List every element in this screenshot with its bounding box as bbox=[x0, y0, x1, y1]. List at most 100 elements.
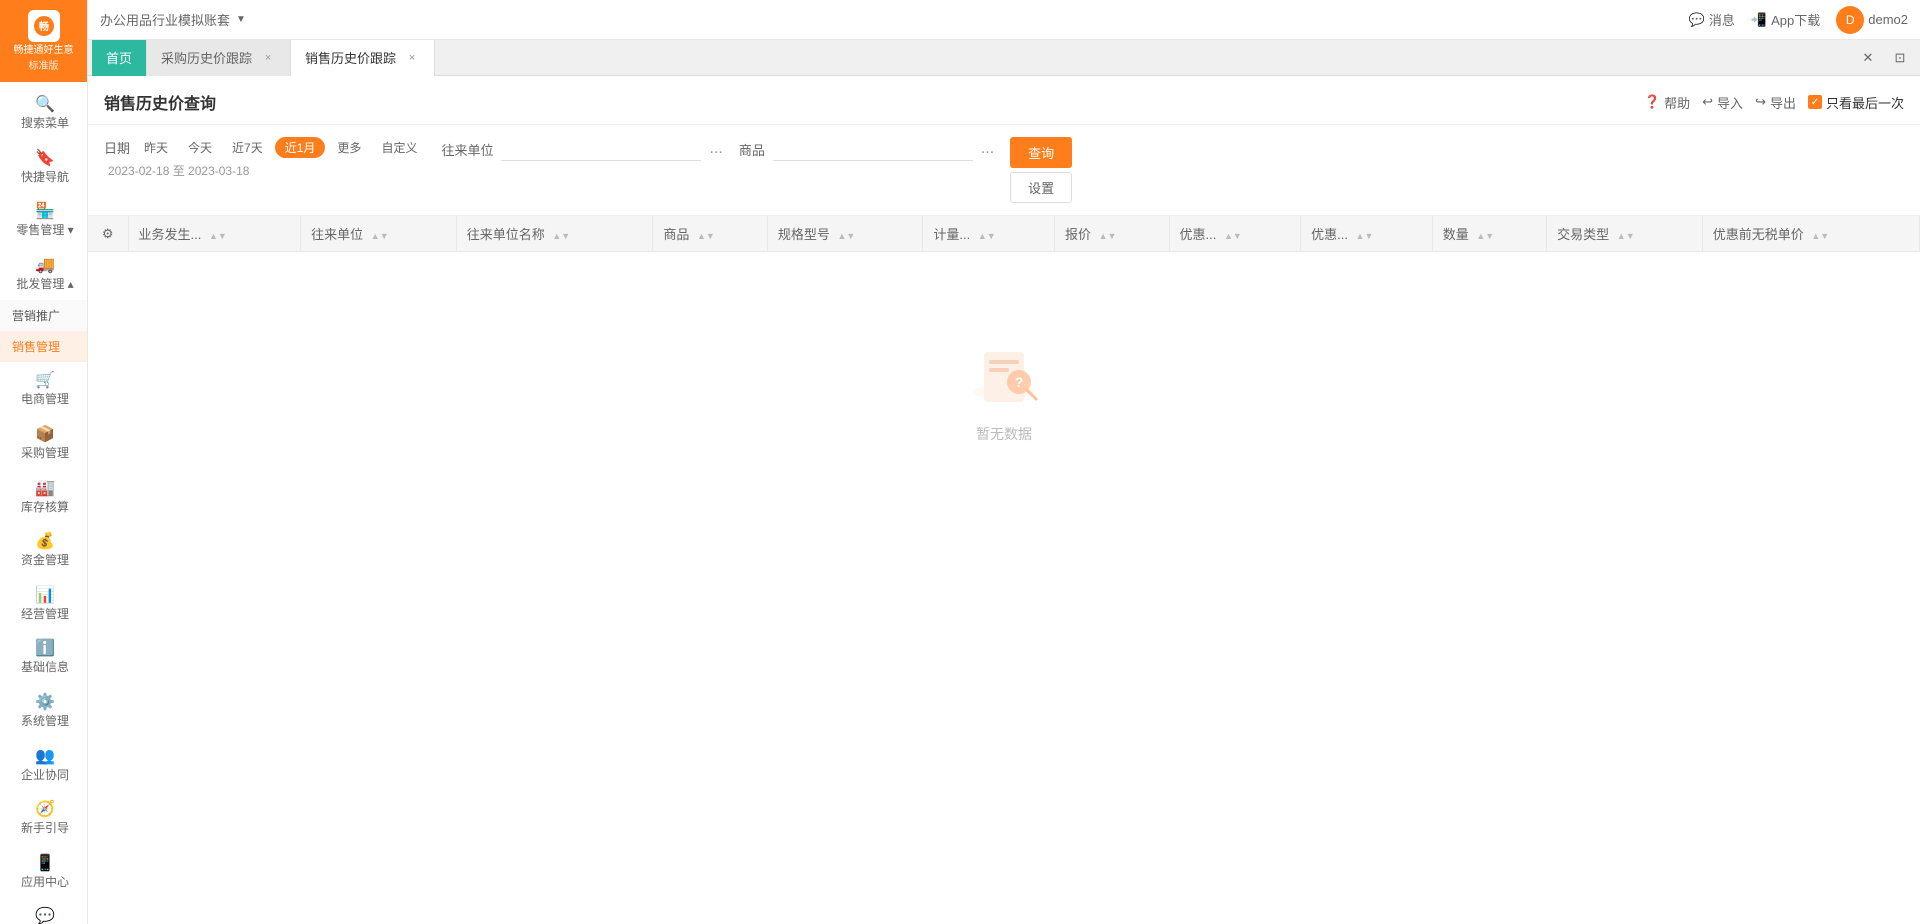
table-col-pre-tax[interactable]: 优惠前无税单价 ▲▼ bbox=[1702, 216, 1919, 252]
sidebar-item-system[interactable]: ⚙️ 系统管理 bbox=[0, 684, 87, 738]
help-action[interactable]: ❓ 帮助 bbox=[1644, 93, 1690, 112]
query-button[interactable]: 查询 bbox=[1010, 137, 1072, 168]
partner-filter-label: 往来单位 bbox=[441, 140, 493, 159]
table-col-unit[interactable]: 计量... ▲▼ bbox=[923, 216, 1055, 252]
sales-history-tab-label: 销售历史价跟踪 bbox=[305, 48, 396, 67]
date-btn-yesterday[interactable]: 昨天 bbox=[136, 137, 176, 158]
product-filter-group: 商品 ... bbox=[739, 137, 994, 161]
sidebar-item-wechat[interactable]: 💬 企业微信 bbox=[0, 898, 87, 924]
import-action[interactable]: ↩ 导入 bbox=[1702, 93, 1743, 112]
tab-home[interactable]: 首页 bbox=[92, 40, 147, 76]
truck-icon: 🚚 bbox=[35, 255, 55, 275]
table-col-spec[interactable]: 规格型号 ▲▼ bbox=[767, 216, 923, 252]
purchase-history-tab-label: 采购历史价跟踪 bbox=[161, 48, 252, 67]
sidebar-item-purchase[interactable]: 📦 采购管理 bbox=[0, 416, 87, 470]
table-container: ⚙ 业务发生... ▲▼ 往来单位 ▲▼ 往来单位名称 ▲▼ 商品 ▲▼ bbox=[88, 216, 1920, 924]
page-header: 销售历史价查询 ❓ 帮助 ↩ 导入 ↪ 导出 只看最后一次 bbox=[88, 76, 1920, 125]
only-last-checkbox[interactable] bbox=[1808, 95, 1822, 109]
purchase-history-tab-close[interactable]: × bbox=[260, 50, 276, 66]
sidebar-item-ecommerce[interactable]: 🛒 电商管理 bbox=[0, 362, 87, 416]
apps-icon: 📱 bbox=[35, 853, 55, 873]
sidebar-item-apps-label: 应用中心 bbox=[21, 875, 69, 891]
sidebar-item-system-label: 系统管理 bbox=[21, 714, 69, 730]
date-btn-today[interactable]: 今天 bbox=[180, 137, 220, 158]
product-filter-label: 商品 bbox=[739, 140, 765, 159]
table-col-biz-date[interactable]: 业务发生... ▲▼ bbox=[128, 216, 301, 252]
date-btn-custom[interactable]: 自定义 bbox=[373, 137, 425, 158]
search-icon: 🔍 bbox=[35, 94, 55, 114]
sort-arrows-spec: ▲▼ bbox=[837, 232, 855, 241]
tab-maximize-button[interactable]: ⊡ bbox=[1888, 46, 1912, 70]
sidebar-item-marketing[interactable]: 营销推广 bbox=[0, 300, 87, 331]
message-action[interactable]: 💬 消息 bbox=[1689, 10, 1735, 29]
sidebar: 畅 畅捷通好生意 标准版 🔍 搜索菜单 🔖 快捷导航 🏪 零售管理 ▾ 🚚 批发… bbox=[0, 0, 88, 924]
only-last-checkbox-group[interactable]: 只看最后一次 bbox=[1808, 93, 1904, 112]
tab-bar: 首页 采购历史价跟踪 × 销售历史价跟踪 × ✕ ⊡ bbox=[88, 40, 1920, 76]
sidebar-item-guide[interactable]: 🧭 新手引导 bbox=[0, 791, 87, 845]
sidebar-item-ecommerce-label: 电商管理 bbox=[21, 392, 69, 408]
tab-close-all-button[interactable]: ✕ bbox=[1856, 46, 1880, 70]
cart-icon: 🛒 bbox=[35, 370, 55, 390]
export-action[interactable]: ↪ 导出 bbox=[1755, 93, 1796, 112]
sidebar-item-sales-mgmt[interactable]: 销售管理 bbox=[0, 331, 87, 362]
box-icon: 📦 bbox=[35, 424, 55, 444]
settings-button[interactable]: 设置 bbox=[1010, 172, 1072, 203]
date-buttons: 昨天 今天 近7天 近1月 更多 自定义 bbox=[136, 137, 425, 158]
partner-filter-dots[interactable]: ... bbox=[709, 140, 722, 158]
shop-icon: 🏪 bbox=[35, 201, 55, 221]
chevron-down-icon: ▼ bbox=[236, 14, 246, 25]
top-bar-left: 办公用品行业模拟账套 ▼ bbox=[100, 10, 246, 29]
sidebar-item-marketing-label: 营销推广 bbox=[12, 307, 60, 324]
empty-text: 暂无数据 bbox=[976, 424, 1032, 444]
sidebar-item-inventory-label: 库存核算 bbox=[21, 500, 69, 516]
sidebar-item-shortcuts[interactable]: 🔖 快捷导航 bbox=[0, 140, 87, 194]
sidebar-item-search[interactable]: 🔍 搜索菜单 bbox=[0, 86, 87, 140]
import-icon: ↩ bbox=[1702, 94, 1713, 110]
help-label: 帮助 bbox=[1664, 93, 1690, 112]
sidebar-item-operations-label: 经营管理 bbox=[21, 607, 69, 623]
user-label: demo2 bbox=[1868, 12, 1908, 27]
table-col-partner-name[interactable]: 往来单位名称 ▲▼ bbox=[456, 216, 653, 252]
sidebar-item-inventory[interactable]: 🏭 库存核算 bbox=[0, 470, 87, 524]
sidebar-item-finance-label: 资金管理 bbox=[21, 553, 69, 569]
product-filter-input[interactable] bbox=[773, 137, 973, 161]
home-tab-label: 首页 bbox=[106, 48, 132, 67]
gear-icon: ⚙️ bbox=[35, 692, 55, 712]
sidebar-item-retail[interactable]: 🏪 零售管理 ▾ bbox=[0, 193, 87, 247]
date-btn-1month[interactable]: 近1月 bbox=[275, 137, 326, 158]
message-label: 消息 bbox=[1709, 10, 1735, 29]
sidebar-item-finance[interactable]: 💰 资金管理 bbox=[0, 523, 87, 577]
sidebar-item-basic-info[interactable]: ℹ️ 基础信息 bbox=[0, 630, 87, 684]
date-btn-7days[interactable]: 近7天 bbox=[224, 137, 271, 158]
date-filter-label: 日期 bbox=[104, 138, 130, 157]
app-download-label: App下载 bbox=[1771, 10, 1820, 29]
message-icon: 💬 bbox=[1689, 12, 1705, 28]
sidebar-item-apps[interactable]: 📱 应用中心 bbox=[0, 845, 87, 899]
date-btn-more[interactable]: 更多 bbox=[329, 137, 369, 158]
table-col-partner-code[interactable]: 往来单位 ▲▼ bbox=[301, 216, 457, 252]
sidebar-item-operations[interactable]: 📊 经营管理 bbox=[0, 577, 87, 631]
sidebar-item-guide-label: 新手引导 bbox=[21, 821, 69, 837]
avatar: D bbox=[1836, 6, 1864, 34]
app-download-action[interactable]: 📲 App下载 bbox=[1751, 10, 1820, 29]
filter-buttons: 查询 设置 bbox=[1010, 137, 1072, 203]
table-col-settings[interactable]: ⚙ bbox=[88, 216, 128, 252]
product-filter-dots[interactable]: ... bbox=[981, 140, 994, 158]
table-col-qty[interactable]: 数量 ▲▼ bbox=[1432, 216, 1546, 252]
tab-sales-history[interactable]: 销售历史价跟踪 × bbox=[291, 40, 435, 76]
table-col-product[interactable]: 商品 ▲▼ bbox=[653, 216, 767, 252]
download-icon: 📲 bbox=[1751, 12, 1767, 28]
sidebar-item-enterprise[interactable]: 👥 企业协同 bbox=[0, 738, 87, 792]
tab-purchase-history[interactable]: 采购历史价跟踪 × bbox=[147, 40, 291, 76]
user-action[interactable]: D demo2 bbox=[1836, 6, 1908, 34]
partner-filter-input[interactable] bbox=[501, 137, 701, 161]
export-label: 导出 bbox=[1770, 93, 1796, 112]
sales-history-tab-close[interactable]: × bbox=[404, 50, 420, 66]
empty-state: ? 暂无数据 bbox=[88, 252, 1920, 524]
table-col-trade-type[interactable]: 交易类型 ▲▼ bbox=[1547, 216, 1703, 252]
table-col-discount1[interactable]: 优惠... ▲▼ bbox=[1169, 216, 1301, 252]
app-selector[interactable]: 办公用品行业模拟账套 ▼ bbox=[100, 10, 246, 29]
table-col-discount2[interactable]: 优惠... ▲▼ bbox=[1301, 216, 1433, 252]
sidebar-item-wholesale[interactable]: 🚚 批发管理 ▴ bbox=[0, 247, 87, 301]
table-col-quote[interactable]: 报价 ▲▼ bbox=[1055, 216, 1169, 252]
